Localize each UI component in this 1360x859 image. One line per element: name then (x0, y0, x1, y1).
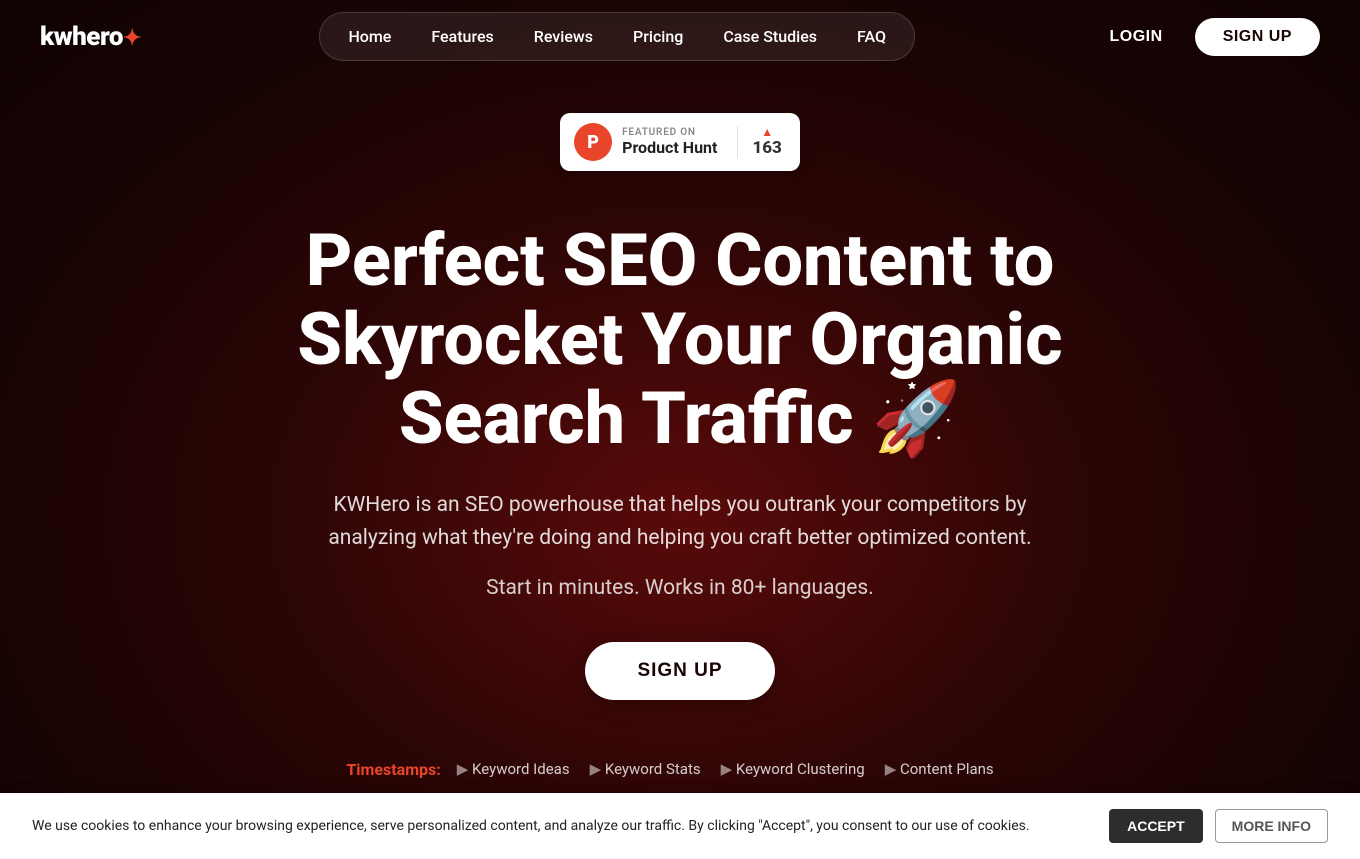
cookie-accept-button[interactable]: ACCEPT (1109, 809, 1203, 843)
logo-icon: ✦ (123, 26, 141, 51)
nav-links: Home Features Reviews Pricing Case Studi… (319, 12, 915, 61)
nav-item-pricing[interactable]: Pricing (615, 21, 701, 52)
cookie-banner: We use cookies to enhance your browsing … (0, 793, 1360, 859)
hero-title: Perfect SEO Content to Skyrocket Your Or… (230, 221, 1130, 459)
product-hunt-name: Product Hunt (622, 138, 717, 157)
logo-text: kwhero✦ (40, 22, 141, 52)
product-hunt-count: 163 (752, 138, 781, 158)
product-hunt-badge[interactable]: P FEATURED ON Product Hunt ▲ 163 (560, 113, 800, 171)
product-hunt-text: FEATURED ON Product Hunt (622, 127, 717, 157)
ts-keyword-stats: Keyword Stats (590, 760, 701, 778)
product-hunt-logo: P (574, 123, 612, 161)
product-hunt-arrow: ▲ (761, 126, 773, 138)
nav-item-reviews[interactable]: Reviews (516, 21, 611, 52)
product-hunt-badge-wrapper: P FEATURED ON Product Hunt ▲ 163 (0, 113, 1360, 171)
cookie-text: We use cookies to enhance your browsing … (32, 816, 1079, 837)
timestamps-label: Timestamps: (346, 760, 440, 779)
hero-subtitle: KWHero is an SEO powerhouse that helps y… (305, 489, 1055, 556)
logo[interactable]: kwhero✦ (40, 22, 141, 52)
hero-signup-button[interactable]: SIGN UP (585, 642, 774, 700)
signup-button-nav[interactable]: SIGN UP (1195, 18, 1320, 56)
navbar: kwhero✦ Home Features Reviews Pricing Ca… (0, 0, 1360, 73)
nav-right: LOGIN SIGN UP (1094, 18, 1320, 56)
cookie-more-info-button[interactable]: MORE INFO (1215, 809, 1328, 843)
ts-content-plans: Content Plans (885, 760, 994, 778)
nav-item-faq[interactable]: FAQ (839, 21, 904, 52)
product-hunt-votes: ▲ 163 (737, 126, 781, 158)
cookie-buttons: ACCEPT MORE INFO (1109, 809, 1328, 843)
login-button[interactable]: LOGIN (1094, 20, 1179, 54)
ts-keyword-clustering: Keyword Clustering (721, 760, 865, 778)
nav-item-features[interactable]: Features (413, 21, 511, 52)
ts-keyword-ideas: Keyword Ideas (457, 760, 570, 778)
nav-item-home[interactable]: Home (330, 21, 409, 52)
timestamps-bar: Timestamps: Keyword Ideas Keyword Stats … (0, 730, 1360, 789)
hero-section: Perfect SEO Content to Skyrocket Your Or… (0, 171, 1360, 730)
logo-hero: hero (72, 22, 123, 52)
logo-kw: kw (40, 22, 72, 52)
product-hunt-featured-label: FEATURED ON (622, 127, 717, 138)
nav-item-case-studies[interactable]: Case Studies (705, 21, 835, 52)
hero-tagline: Start in minutes. Works in 80+ languages… (40, 576, 1320, 600)
